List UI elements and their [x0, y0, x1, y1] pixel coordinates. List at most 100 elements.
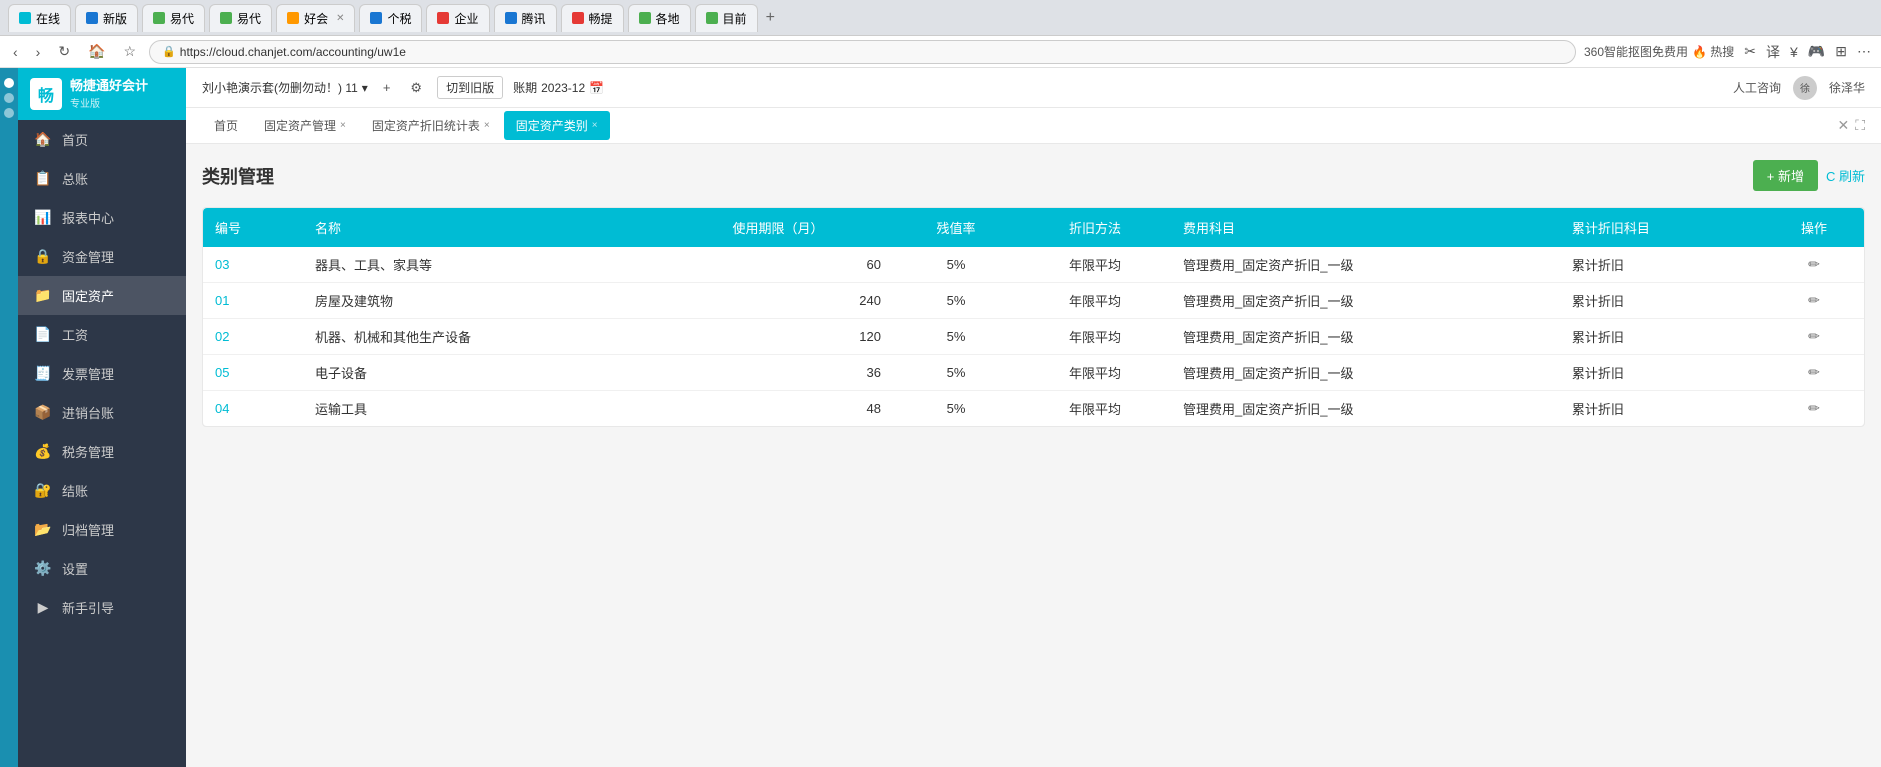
browser-tab-4[interactable]: 易代 — [209, 4, 272, 32]
bookmark-button[interactable]: ☆ — [119, 41, 142, 62]
cell-accum: 累计折旧 — [1560, 355, 1764, 391]
browser-tab-3[interactable]: 易代 — [142, 4, 205, 32]
quick-dot-2[interactable] — [4, 93, 14, 103]
code-link[interactable]: 03 — [215, 257, 229, 272]
user-info: 刘小艳演示套(勿删勿动！) 11 ▾ — [202, 79, 368, 96]
cell-code: 04 — [203, 391, 303, 427]
sidebar-item-invoice[interactable]: 🧾 发票管理 — [18, 354, 186, 393]
sidebar-item-label: 税务管理 — [62, 442, 114, 461]
browser-tab-11[interactable]: 目前 — [695, 4, 758, 32]
home-button[interactable]: 🏠 — [83, 41, 110, 62]
add-company-button[interactable]: + — [378, 78, 396, 97]
sidebar-item-label: 进销台账 — [62, 403, 114, 422]
edit-icon[interactable]: ✏ — [1808, 400, 1820, 416]
sidebar-item-label: 新手引导 — [62, 598, 114, 617]
sidebar-item-label: 固定资产 — [62, 286, 114, 305]
scissors-icon[interactable]: ✂ — [1742, 41, 1758, 62]
sidebar-item-tax[interactable]: 💰 税务管理 — [18, 432, 186, 471]
reload-button[interactable]: ↻ — [53, 41, 75, 62]
page-tab-fixed-assets-mgmt[interactable]: 固定资产管理 × — [252, 111, 358, 140]
guide-icon: ▶ — [34, 599, 52, 616]
sidebar-item-inventory[interactable]: 📦 进销台账 — [18, 393, 186, 432]
edit-icon[interactable]: ✏ — [1808, 364, 1820, 380]
quick-dot-3[interactable] — [4, 108, 14, 118]
code-link[interactable]: 04 — [215, 401, 229, 416]
sidebar-item-reports[interactable]: 📊 报表中心 — [18, 198, 186, 237]
url-bar[interactable]: 🔒 https://cloud.chanjet.com/accounting/u… — [149, 40, 1576, 64]
code-link[interactable]: 05 — [215, 365, 229, 380]
sidebar-item-close-accounts[interactable]: 🔐 结账 — [18, 471, 186, 510]
cell-action: ✏ — [1764, 319, 1864, 355]
browser-tab-9[interactable]: 畅提 — [561, 4, 624, 32]
coin-icon[interactable]: ¥ — [1788, 42, 1800, 62]
sidebar-item-home[interactable]: 🏠 首页 — [18, 120, 186, 159]
game-icon[interactable]: 🎮 — [1806, 41, 1827, 62]
close-tab-icon[interactable]: ✕ — [1837, 117, 1849, 134]
grid-icon[interactable]: ⊞ — [1833, 41, 1849, 62]
switch-version-button[interactable]: 切到旧版 — [437, 76, 503, 99]
forward-button[interactable]: › — [31, 42, 46, 62]
browser-tab-2[interactable]: 新版 — [75, 4, 138, 32]
page-tab-close-icon[interactable]: × — [484, 120, 490, 131]
page-tab-category[interactable]: 固定资产类别 × — [504, 111, 610, 140]
archive-icon: 📂 — [34, 521, 52, 538]
ledger-icon: 📋 — [34, 170, 52, 187]
company-settings-button[interactable]: ⚙ — [405, 78, 427, 98]
reports-icon: 📊 — [34, 209, 52, 226]
refresh-button[interactable]: C 刷新 — [1826, 166, 1865, 185]
expand-tab-icon[interactable]: ⛶ — [1855, 117, 1865, 134]
sidebar-item-label: 归档管理 — [62, 520, 114, 539]
cell-name: 房屋及建筑物 — [303, 283, 663, 319]
new-tab-button[interactable]: + — [762, 9, 779, 27]
sidebar-item-fixed-assets[interactable]: 📁 固定资产 — [18, 276, 186, 315]
dropdown-icon[interactable]: ▾ — [362, 81, 368, 95]
table-row: 05 电子设备 36 5% 年限平均 管理费用_固定资产折旧_一级 累计折旧 ✏ — [203, 355, 1864, 391]
browser-tab-1[interactable]: 在线 — [8, 4, 71, 32]
edit-icon[interactable]: ✏ — [1808, 256, 1820, 272]
sidebar-item-label: 设置 — [62, 559, 88, 578]
browser-tab-8[interactable]: 腾讯 — [494, 4, 557, 32]
page-tab-close-icon[interactable]: × — [592, 120, 598, 131]
page-tab-depreciation-table[interactable]: 固定资产折旧统计表 × — [360, 111, 502, 140]
page-tab-close-icon[interactable]: × — [340, 120, 346, 131]
col-name: 名称 — [303, 208, 663, 247]
edit-icon[interactable]: ✏ — [1808, 328, 1820, 344]
page-tab-home[interactable]: 首页 — [202, 111, 250, 140]
top-bar-right: 人工咨询 徐 徐泽华 — [1733, 76, 1865, 100]
settings-icon[interactable]: ⋯ — [1855, 41, 1873, 62]
sidebar-item-archive[interactable]: 📂 归档管理 — [18, 510, 186, 549]
edit-icon[interactable]: ✏ — [1808, 292, 1820, 308]
browser-tab-6[interactable]: 个税 — [359, 4, 422, 32]
browser-chrome: 在线 新版 易代 易代 好会 ✕ 个税 企业 腾讯 畅提 各地 目前 + — [0, 0, 1881, 36]
cell-code: 05 — [203, 355, 303, 391]
code-link[interactable]: 01 — [215, 293, 229, 308]
sidebar-item-payroll[interactable]: 📄 工资 — [18, 315, 186, 354]
cell-action: ✏ — [1764, 391, 1864, 427]
quick-bar — [0, 68, 18, 767]
sidebar-item-settings[interactable]: ⚙️ 设置 — [18, 549, 186, 588]
data-table: 编号 名称 使用期限（月） 残值率 折旧方法 费用科目 累计折旧科目 操作 03 — [203, 208, 1864, 426]
browser-tab-7[interactable]: 企业 — [426, 4, 489, 32]
add-button[interactable]: + 新增 — [1753, 160, 1818, 191]
browser-tab-5[interactable]: 好会 ✕ — [276, 4, 355, 32]
quick-dot-1[interactable] — [4, 78, 14, 88]
code-link[interactable]: 02 — [215, 329, 229, 344]
sidebar-item-funds[interactable]: 🔒 资金管理 — [18, 237, 186, 276]
consultant-label[interactable]: 人工咨询 — [1733, 79, 1781, 96]
tab-close-icon[interactable]: ✕ — [336, 13, 344, 24]
sidebar-item-label: 总账 — [62, 169, 88, 188]
hot-label: 🔥 热搜 — [1692, 43, 1734, 60]
tab-label: 目前 — [723, 10, 747, 27]
sidebar-item-ledger[interactable]: 📋 总账 — [18, 159, 186, 198]
table-header-row: 编号 名称 使用期限（月） 残值率 折旧方法 费用科目 累计折旧科目 操作 — [203, 208, 1864, 247]
sidebar-item-label: 资金管理 — [62, 247, 114, 266]
col-code: 编号 — [203, 208, 303, 247]
translate-icon[interactable]: 译 — [1764, 40, 1782, 64]
cell-code: 01 — [203, 283, 303, 319]
browser-tab-10[interactable]: 各地 — [628, 4, 691, 32]
calendar-icon[interactable]: 📅 — [589, 81, 604, 95]
cell-name: 电子设备 — [303, 355, 663, 391]
back-button[interactable]: ‹ — [8, 42, 23, 62]
cell-method: 年限平均 — [1019, 283, 1171, 319]
sidebar-item-guide[interactable]: ▶ 新手引导 — [18, 588, 186, 627]
